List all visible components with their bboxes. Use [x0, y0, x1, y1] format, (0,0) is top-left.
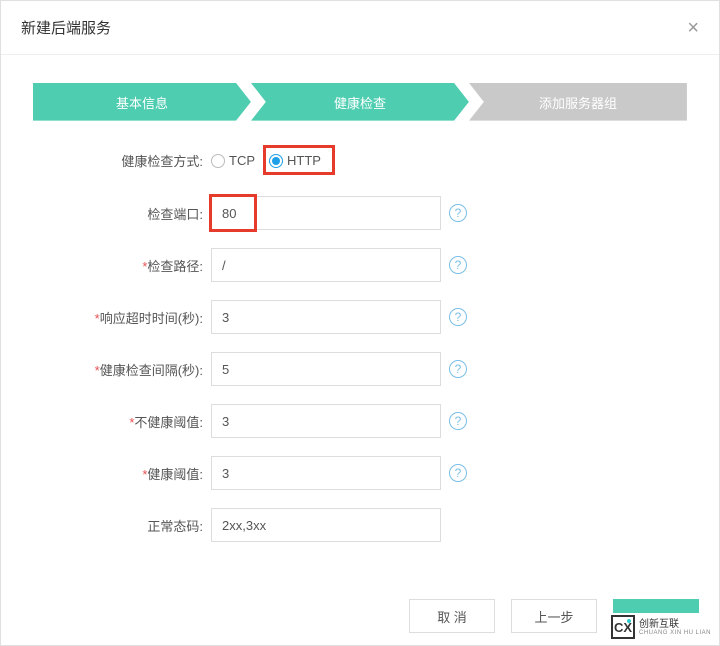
- form: 健康检查方式: TCP HTTP 检查端口: ?: [1, 151, 719, 542]
- path-input[interactable]: [211, 248, 441, 282]
- row-healthy: *健康阈值: ?: [71, 456, 649, 490]
- help-icon[interactable]: ?: [449, 412, 467, 430]
- watermark-sub: CHUANG XIN HU LIAN: [639, 630, 711, 636]
- step-add-server-group[interactable]: 添加服务器组: [469, 83, 687, 121]
- watermark: CX 创新互联 CHUANG XIN HU LIAN: [607, 613, 715, 641]
- status-code-input[interactable]: [211, 508, 441, 542]
- input-wrap: ?: [211, 456, 467, 490]
- watermark-text-wrap: 创新互联 CHUANG XIN HU LIAN: [639, 619, 711, 636]
- help-icon[interactable]: ?: [449, 204, 467, 222]
- label-healthy: *健康阈值:: [71, 464, 211, 483]
- modal-header: 新建后端服务 ×: [1, 1, 719, 55]
- label-port: 检查端口:: [71, 204, 211, 223]
- row-unhealthy: *不健康阈值: ?: [71, 404, 649, 438]
- label-method: 健康检查方式:: [71, 151, 211, 170]
- row-path: *检查路径: ?: [71, 248, 649, 282]
- radio-label: TCP: [229, 153, 255, 168]
- cancel-button[interactable]: 取 消: [409, 599, 495, 633]
- step-label: 添加服务器组: [539, 93, 617, 112]
- modal-dialog: 新建后端服务 × 基本信息 健康检查 添加服务器组 健康检查方式: TCP: [0, 0, 720, 646]
- label-timeout: *响应超时时间(秒):: [71, 308, 211, 327]
- radio-icon: [211, 154, 225, 168]
- row-method: 健康检查方式: TCP HTTP: [71, 151, 649, 170]
- healthy-input[interactable]: [211, 456, 441, 490]
- row-timeout: *响应超时时间(秒): ?: [71, 300, 649, 334]
- input-wrap: ?: [211, 300, 467, 334]
- modal-title: 新建后端服务: [21, 17, 111, 38]
- close-icon[interactable]: ×: [687, 18, 699, 38]
- radio-http[interactable]: HTTP: [269, 153, 321, 168]
- unhealthy-input[interactable]: [211, 404, 441, 438]
- radio-group-method: TCP HTTP: [211, 153, 321, 168]
- radio-label: HTTP: [287, 153, 321, 168]
- radio-tcp[interactable]: TCP: [211, 153, 255, 168]
- label-unhealthy: *不健康阈值:: [71, 412, 211, 431]
- watermark-brand: 创新互联: [639, 619, 711, 630]
- row-port: 检查端口: ?: [71, 196, 649, 230]
- help-icon[interactable]: ?: [449, 308, 467, 326]
- row-status-code: 正常态码:: [71, 508, 649, 542]
- step-label: 基本信息: [116, 93, 168, 112]
- input-wrap: [211, 508, 441, 542]
- step-basic-info[interactable]: 基本信息: [33, 83, 251, 121]
- radio-icon: [269, 154, 283, 168]
- label-path: *检查路径:: [71, 256, 211, 275]
- stepper: 基本信息 健康检查 添加服务器组: [33, 83, 687, 121]
- help-icon[interactable]: ?: [449, 256, 467, 274]
- input-wrap: ?: [211, 352, 467, 386]
- help-icon[interactable]: ?: [449, 360, 467, 378]
- step-health-check[interactable]: 健康检查: [251, 83, 469, 121]
- prev-button[interactable]: 上一步: [511, 599, 597, 633]
- port-input[interactable]: [211, 196, 441, 230]
- label-interval: *健康检查间隔(秒):: [71, 360, 211, 379]
- input-wrap: ?: [211, 404, 467, 438]
- label-status-code: 正常态码:: [71, 516, 211, 535]
- timeout-input[interactable]: [211, 300, 441, 334]
- row-interval: *健康检查间隔(秒): ?: [71, 352, 649, 386]
- interval-input[interactable]: [211, 352, 441, 386]
- step-label: 健康检查: [334, 93, 386, 112]
- watermark-logo: CX: [611, 615, 635, 639]
- help-icon[interactable]: ?: [449, 464, 467, 482]
- input-wrap: ?: [211, 248, 467, 282]
- input-wrap: ?: [211, 196, 467, 230]
